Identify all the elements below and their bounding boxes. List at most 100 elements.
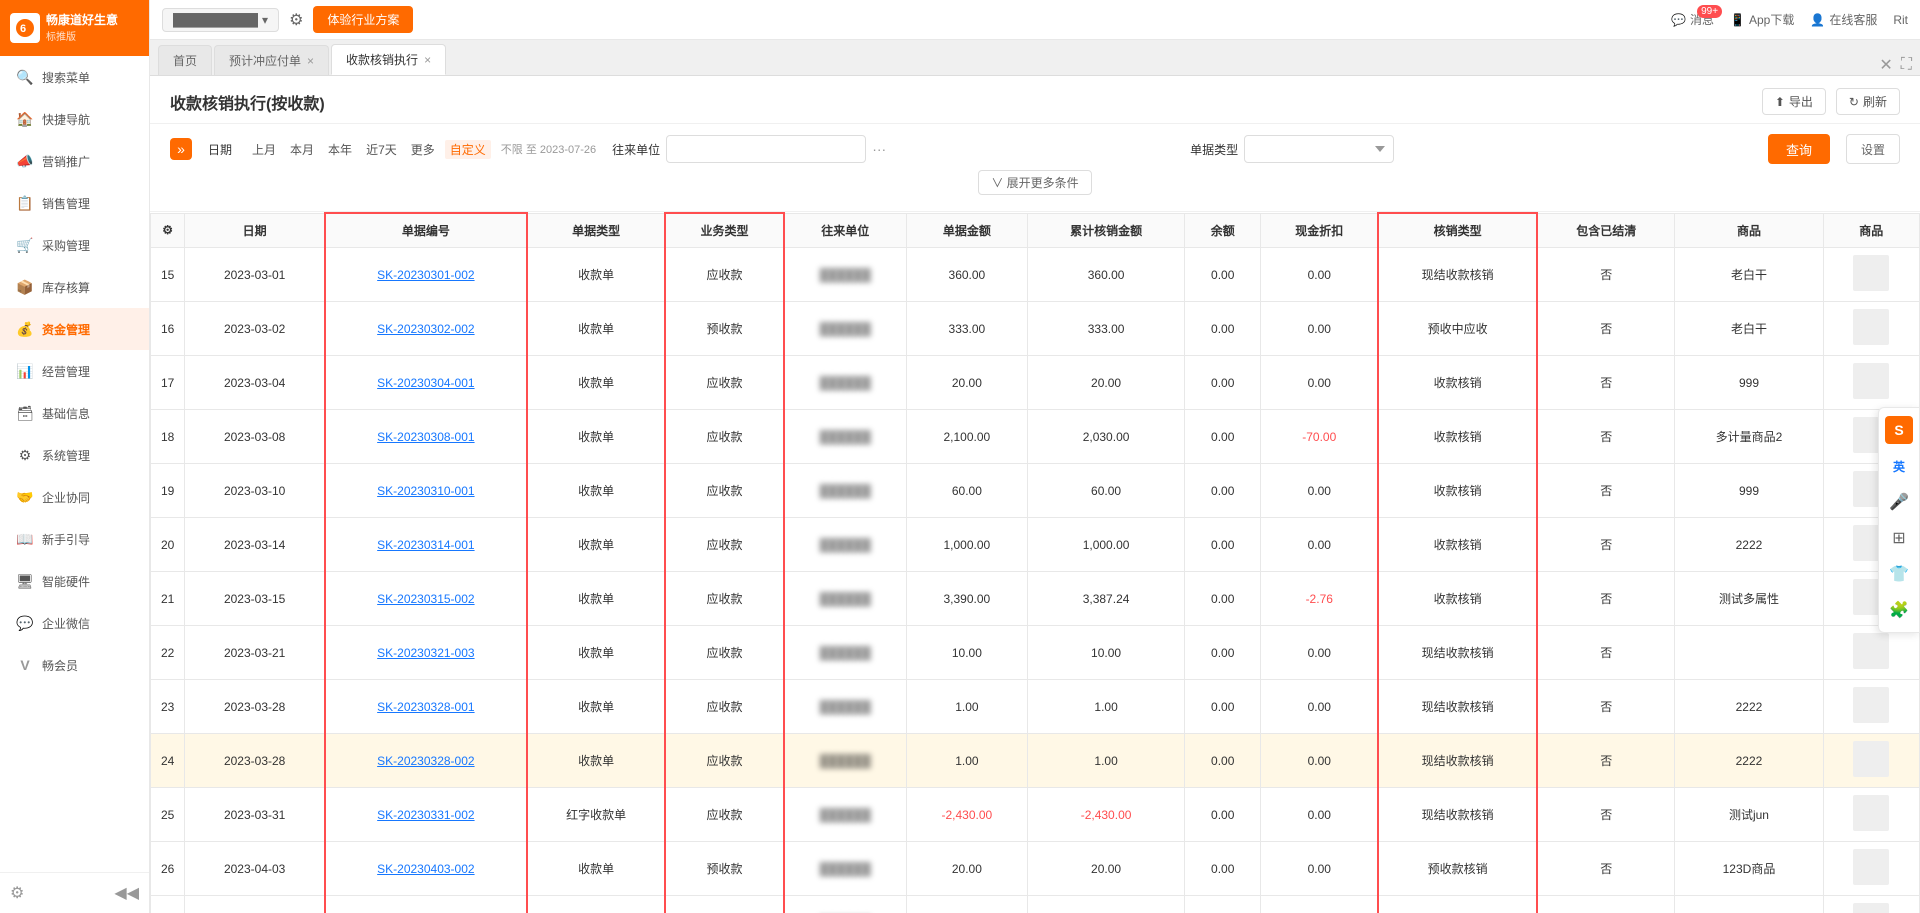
sidebar: 6 畅康道好生意 标推版 🔍 搜索菜单 🏠 快捷导航 📣 营销推广 📋 销售管理… [0, 0, 150, 913]
online-service-button[interactable]: 👤 在线客服 [1810, 11, 1877, 28]
row-partner: ██████ [784, 734, 907, 788]
tab-close-icon[interactable]: × [307, 54, 314, 68]
row-goods: 衣服00001 [1675, 896, 1823, 913]
puzzle-icon[interactable]: 🧩 [1885, 596, 1913, 624]
row-biz-type: 应收款 [665, 788, 783, 842]
tab-advance-payment[interactable]: 预计冲应付单 × [214, 45, 329, 75]
grid-icon[interactable]: ⊞ [1885, 524, 1913, 552]
row-cash-discount: -2.76 [1261, 572, 1378, 626]
row-amount: 360.00 [906, 248, 1027, 302]
solution-button[interactable]: 体验行业方案 [313, 6, 413, 33]
sidebar-item-sales[interactable]: 📋 销售管理 [0, 182, 149, 224]
shirt-icon[interactable]: 👕 [1885, 560, 1913, 588]
row-bill-no: SK-20230304-001 [325, 356, 527, 410]
export-button[interactable]: ⬆ 导出 [1762, 88, 1826, 115]
partner-input[interactable] [666, 135, 866, 163]
row-date: 2023-03-08 [185, 410, 325, 464]
row-verify-amount: 20.00 [1027, 842, 1184, 896]
company-name: ██████████ [173, 13, 258, 27]
row-bill-no: SK-20230315-002 [325, 572, 527, 626]
page-content: 收款核销执行(按收款) ⬆ 导出 ↻ 刷新 » 日期 上月 本月 [150, 76, 1920, 913]
col-settings-icon[interactable]: ⚙ [162, 223, 173, 237]
row-cash-discount: 0.00 [1261, 248, 1378, 302]
row-amount: 2,100.00 [906, 410, 1027, 464]
sidebar-item-member[interactable]: V 畅会员 [0, 644, 149, 686]
row-goods: 2222 [1675, 680, 1823, 734]
message-button[interactable]: 💬 消息 99+ [1671, 11, 1714, 28]
operations-icon: 📊 [16, 362, 34, 380]
more-date-btn[interactable]: 更多 [407, 139, 439, 160]
sidebar-item-system[interactable]: ⚙ 系统管理 [0, 434, 149, 476]
sidebar-item-label: 基础信息 [42, 405, 90, 422]
export-label: 导出 [1789, 93, 1813, 110]
this-month-btn[interactable]: 本月 [286, 139, 318, 160]
page-header: 收款核销执行(按收款) ⬆ 导出 ↻ 刷新 [150, 76, 1920, 124]
sidebar-item-operations[interactable]: 📊 经营管理 [0, 350, 149, 392]
row-goods-img [1823, 734, 1919, 788]
app-download-button[interactable]: 📱 App下载 [1730, 11, 1794, 28]
sidebar-item-marketing[interactable]: 📣 营销推广 [0, 140, 149, 182]
row-included: 否 [1537, 302, 1675, 356]
more-options-btn[interactable]: ··· [872, 141, 886, 157]
row-cash-discount: 0.00 [1261, 302, 1378, 356]
sidebar-item-enterprise[interactable]: 🤝 企业协同 [0, 476, 149, 518]
row-cash-discount: 0.00 [1261, 734, 1378, 788]
sidebar-item-guide[interactable]: 📖 新手引导 [0, 518, 149, 560]
settings-button[interactable]: 设置 [1846, 134, 1900, 164]
row-included: 否 [1537, 356, 1675, 410]
this-year-btn[interactable]: 本年 [324, 139, 356, 160]
sidebar-item-inventory[interactable]: 📦 库存核算 [0, 266, 149, 308]
row-no: 27 [151, 896, 185, 913]
user-profile[interactable]: Rit [1893, 13, 1908, 27]
sidebar-bottom: ⚙ ◀◀ [0, 872, 149, 913]
sidebar-item-finance[interactable]: 💰 资金管理 [0, 308, 149, 350]
row-date: 2023-03-14 [185, 518, 325, 572]
bill-type-filter-label: 单据类型 [1190, 141, 1238, 158]
row-bill-no: SK-20230301-002 [325, 248, 527, 302]
row-verify-type: 收款核销 [1378, 356, 1537, 410]
row-goods: 老白干 [1675, 248, 1823, 302]
sidebar-item-hardware[interactable]: 🖥 智能硬件 [0, 560, 149, 602]
sidebar-item-search[interactable]: 🔍 搜索菜单 [0, 56, 149, 98]
gear-icon[interactable]: ⚙ [289, 10, 303, 30]
sidebar-item-quick-nav[interactable]: 🏠 快捷导航 [0, 98, 149, 140]
row-partner: ██████ [784, 788, 907, 842]
last-month-btn[interactable]: 上月 [248, 139, 280, 160]
filter-expand-button[interactable]: » [170, 138, 192, 160]
bill-type-select[interactable] [1244, 135, 1394, 163]
expand-tab-icon[interactable]: ⛶ [1901, 56, 1912, 74]
custom-date-btn[interactable]: 自定义 [445, 140, 491, 159]
close-tab-icon[interactable]: ✕ [1879, 55, 1892, 75]
row-goods-img [1823, 680, 1919, 734]
row-cash-discount: 0.00 [1261, 356, 1378, 410]
sidebar-item-wechat[interactable]: 💬 企业微信 [0, 602, 149, 644]
expand-more-button[interactable]: ∨ 展开更多条件 [978, 170, 1091, 195]
table-row: 26 2023-04-03 SK-20230403-002 收款单 预收款 ██… [151, 842, 1920, 896]
refresh-button[interactable]: ↻ 刷新 [1836, 88, 1900, 115]
sidebar-item-basic[interactable]: 🗃 基础信息 [0, 392, 149, 434]
s-logo-btn[interactable]: S [1885, 416, 1913, 444]
tab-close-icon[interactable]: × [424, 53, 431, 67]
company-selector[interactable]: ██████████ ▾ [162, 8, 279, 32]
english-icon[interactable]: 英 [1885, 452, 1913, 480]
last-7-days-btn[interactable]: 近7天 [362, 139, 401, 160]
row-goods-img [1823, 356, 1919, 410]
settings-col-header[interactable]: ⚙ [151, 213, 185, 248]
tab-payment-verify[interactable]: 收款核销执行 × [331, 44, 446, 75]
sidebar-nav: 🔍 搜索菜单 🏠 快捷导航 📣 营销推广 📋 销售管理 🛒 采购管理 📦 库存核… [0, 56, 149, 872]
table-row: 18 2023-03-08 SK-20230308-001 收款单 应收款 ██… [151, 410, 1920, 464]
query-button[interactable]: 查询 [1768, 134, 1830, 164]
sidebar-item-purchase[interactable]: 🛒 采购管理 [0, 224, 149, 266]
row-included: 否 [1537, 248, 1675, 302]
row-verify-amount: 20.00 [1027, 356, 1184, 410]
settings-icon[interactable]: ⚙ [10, 883, 24, 903]
tab-home[interactable]: 首页 [158, 45, 212, 75]
collapse-icon[interactable]: ◀◀ [114, 883, 139, 903]
row-verify-amount: -2,430.00 [1027, 788, 1184, 842]
row-verify-type: 现结收款核销 [1378, 734, 1537, 788]
row-amount: 20.00 [906, 842, 1027, 896]
mic-icon[interactable]: 🎤 [1885, 488, 1913, 516]
goods-image [1853, 849, 1889, 885]
row-biz-type: 应收款 [665, 410, 783, 464]
row-biz-type: 预收款 [665, 842, 783, 896]
